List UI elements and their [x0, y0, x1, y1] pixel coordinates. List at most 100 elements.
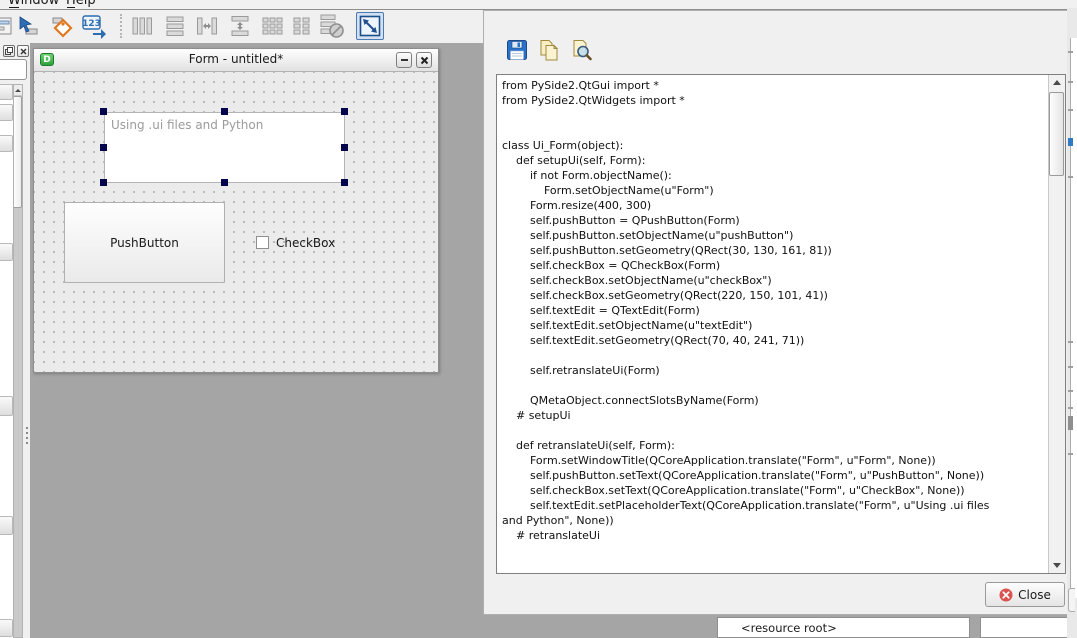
right-dock-button-edge [1068, 588, 1075, 612]
selection-handle[interactable] [100, 144, 107, 151]
widget-box-list[interactable] [0, 84, 13, 638]
widget-box-scrollbar-up[interactable] [14, 85, 22, 95]
pushbutton-label: PushButton [110, 236, 179, 250]
widget-box-category-bar[interactable] [0, 396, 13, 416]
layout-vertical-button[interactable] [161, 12, 189, 40]
right-dock-edge [1067, 8, 1077, 638]
edit-buddies-icon [50, 14, 74, 38]
splitter-dot [26, 427, 28, 429]
layout-grid-button[interactable] [258, 12, 286, 40]
tree-item-mark [1068, 390, 1073, 392]
pushbutton-widget[interactable]: PushButton [64, 202, 225, 283]
form-canvas[interactable]: Using .ui files and Python PushButton Ch… [34, 72, 438, 372]
form-window-title: Form - untitled* [34, 52, 438, 66]
layout-grid-icon [260, 14, 284, 38]
tree-item-mark [1068, 51, 1073, 53]
minimize-icon [401, 59, 408, 61]
adjust-size-icon [358, 14, 382, 38]
right-dock-content-edge [1070, 38, 1077, 598]
splitter-dot [26, 432, 28, 434]
selection-handle[interactable] [221, 108, 228, 115]
tree-item-mark [1068, 81, 1073, 83]
layout-horizontal-icon [130, 14, 154, 38]
layout-horizontal-button[interactable] [128, 12, 156, 40]
layout-horizontal-splitter-icon [195, 14, 219, 38]
tree-item-mark [1068, 176, 1073, 178]
widget-box-scrollbar[interactable] [13, 84, 23, 638]
selection-handle[interactable] [100, 179, 107, 186]
layout-form-icon [290, 14, 314, 38]
selection-handle[interactable] [221, 179, 228, 186]
widget-box-category-bar[interactable] [0, 104, 13, 121]
edit-tab-order-icon: 123 [81, 13, 107, 39]
widget-box-panel [0, 43, 30, 638]
textedit-placeholder: Using .ui files and Python [111, 118, 263, 132]
break-layout-button[interactable] [318, 12, 346, 40]
edit-widgets-icon [0, 14, 14, 38]
layout-vertical-splitter-button[interactable] [226, 12, 254, 40]
adjust-size-button[interactable] [356, 12, 384, 40]
form-minimize-button[interactable] [396, 52, 412, 68]
close-icon [20, 48, 27, 55]
layout-form-button[interactable] [288, 12, 316, 40]
tree-item-mark [1068, 407, 1073, 409]
generated-code-text[interactable]: from PySide2.QtGui import * from PySide2… [497, 75, 1049, 573]
widget-box-category-bar[interactable] [0, 243, 13, 261]
widget-box-search-input[interactable] [0, 59, 27, 80]
edit-signals-slots-button[interactable] [14, 12, 42, 40]
resource-detail-panel [980, 617, 1068, 638]
tree-selection-mark [1068, 138, 1073, 146]
close-button[interactable]: Close [985, 582, 1065, 607]
layout-vertical-splitter-icon [228, 14, 252, 38]
tree-item-mark [1068, 453, 1073, 455]
layout-horizontal-splitter-button[interactable] [193, 12, 221, 40]
checkbox-indicator[interactable] [256, 236, 269, 249]
close-button-label: Close [1018, 588, 1051, 602]
splitter-dot [26, 437, 28, 439]
float-icon [5, 47, 13, 55]
form-close-button[interactable] [416, 52, 432, 68]
widget-box-category-bar[interactable] [0, 84, 13, 100]
code-scrollbar[interactable] [1048, 75, 1065, 573]
checkbox-label: CheckBox [276, 236, 335, 250]
selection-handle[interactable] [341, 179, 348, 186]
layout-vertical-icon [163, 14, 187, 38]
selection-handle[interactable] [341, 144, 348, 151]
tree-item-mark [1068, 109, 1073, 111]
textedit-widget[interactable]: Using .ui files and Python [104, 112, 345, 183]
widget-box-category-bar[interactable] [0, 135, 13, 152]
code-scrollbar-down[interactable] [1049, 558, 1064, 573]
tree-item-mark [1068, 341, 1073, 343]
widget-box-float-button[interactable] [3, 45, 15, 57]
menu-help-accel-underline [67, 7, 75, 8]
find-icon [570, 38, 594, 62]
edit-tab-order-button[interactable]: 123 [80, 12, 108, 40]
menubar: Window Help [0, 0, 1077, 10]
code-scrollbar-handle[interactable] [1049, 92, 1064, 176]
selection-handle[interactable] [100, 108, 107, 115]
qt-designer-window: Window Help [0, 0, 1077, 638]
save-icon [506, 39, 528, 61]
widget-box-category-bar[interactable] [0, 516, 13, 535]
selection-handle[interactable] [341, 108, 348, 115]
code-scrollbar-up[interactable] [1049, 75, 1064, 90]
widget-box-category-bar[interactable] [0, 619, 13, 637]
splitter-dot [26, 442, 28, 444]
save-button[interactable] [505, 38, 529, 62]
widget-box-scrollbar-handle[interactable] [14, 96, 22, 208]
widget-box-close-button[interactable] [17, 45, 29, 57]
edit-signals-slots-icon [16, 14, 40, 38]
break-layout-icon [319, 13, 345, 39]
checkbox-widget[interactable]: CheckBox [254, 222, 355, 263]
form-designer-window: D Form - untitled* Using .ui files and P… [33, 48, 439, 373]
resource-tree-panel: <resource root> [717, 617, 970, 638]
tree-item-mark [1068, 416, 1073, 430]
form-window-titlebar[interactable]: D Form - untitled* [34, 49, 438, 72]
toolbar-separator [120, 14, 122, 38]
tree-item-mark [1068, 366, 1073, 368]
code-view[interactable]: from PySide2.QtGui import * from PySide2… [496, 74, 1066, 574]
edit-buddies-button[interactable] [48, 12, 76, 40]
copy-button[interactable] [537, 38, 561, 62]
resource-root-item[interactable]: <resource root> [741, 621, 837, 635]
find-button[interactable] [570, 38, 594, 62]
